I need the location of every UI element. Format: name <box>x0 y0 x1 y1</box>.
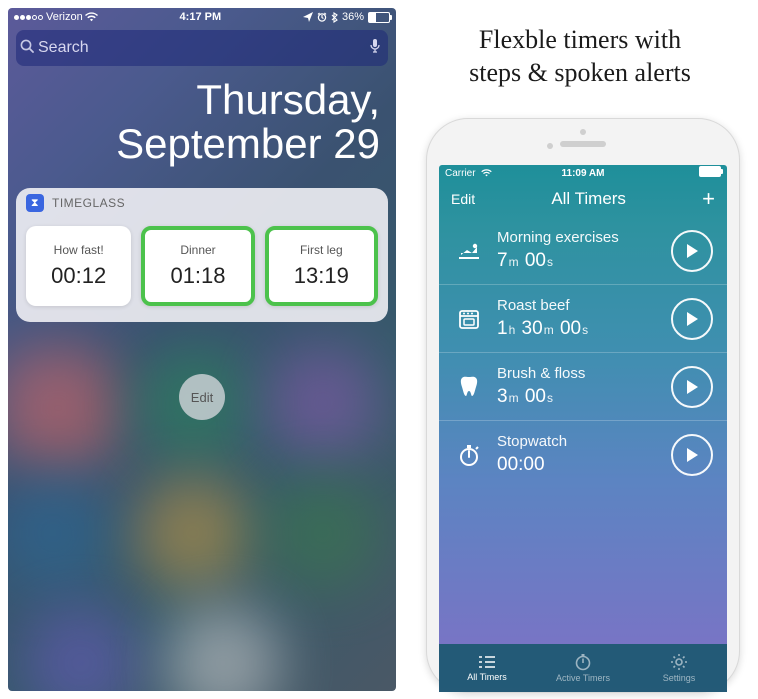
bluetooth-icon <box>331 12 338 23</box>
status-bar: Carrier 11:09 AM <box>439 165 727 181</box>
sensor-dot <box>580 129 586 135</box>
promo-headline: Flexble timers with steps & spoken alert… <box>410 8 750 99</box>
today-date: Thursday, September 29 <box>116 78 380 166</box>
timer-row[interactable]: Brush & floss 3m 00s <box>439 353 727 421</box>
headline-line1: Flexble timers with <box>479 25 681 54</box>
widget-app-name: TIMEGLASS <box>52 196 125 210</box>
timer-title: Morning exercises <box>497 229 671 246</box>
timer-row[interactable]: Stopwatch 00:00 <box>439 421 727 488</box>
status-time: 11:09 AM <box>537 168 629 179</box>
play-button[interactable] <box>671 434 713 476</box>
tab-bar: All Timers Active Timers Settings <box>439 644 727 692</box>
timer-row[interactable]: Morning exercises 7m 00s <box>439 217 727 285</box>
tab-label: Active Timers <box>556 673 610 683</box>
promo-panel: Flexble timers with steps & spoken alert… <box>410 8 750 691</box>
edit-widgets-button[interactable]: Edit <box>179 374 225 420</box>
timer-duration: 3m 00s <box>497 386 671 408</box>
tab-icon <box>477 654 497 670</box>
widget-tile[interactable]: First leg 13:19 <box>265 226 378 306</box>
headline-line2: steps & spoken alerts <box>469 58 691 87</box>
status-time: 4:17 PM <box>98 8 303 26</box>
stopwatch-icon <box>453 439 485 471</box>
nav-title: All Timers <box>475 189 702 209</box>
tile-label: How fast! <box>54 243 104 257</box>
play-button[interactable] <box>671 366 713 408</box>
battery-icon <box>699 166 721 177</box>
timer-title: Brush & floss <box>497 365 671 382</box>
tab-settings[interactable]: Settings <box>631 644 727 692</box>
hourglass-icon: ⧗ <box>26 194 44 212</box>
front-camera <box>547 143 553 149</box>
timer-duration: 1h 30m 00s <box>497 318 671 340</box>
play-button[interactable] <box>671 298 713 340</box>
edit-label: Edit <box>191 390 213 405</box>
timer-duration: 00:00 <box>497 454 671 476</box>
tab-active-timers[interactable]: Active Timers <box>535 644 631 692</box>
exercise-icon <box>453 235 485 267</box>
tab-label: Settings <box>663 673 696 683</box>
widget-header: ⧗ TIMEGLASS <box>16 188 388 218</box>
tile-time: 13:19 <box>294 263 349 289</box>
speaker-slot <box>560 141 606 147</box>
battery-pct: 36% <box>342 8 364 26</box>
mic-icon[interactable] <box>362 38 388 59</box>
nav-bar: Edit All Timers + <box>439 181 727 217</box>
app-screen: Carrier 11:09 AM Edit All Timers + Morni… <box>439 165 727 692</box>
oven-icon <box>453 303 485 335</box>
nav-edit-button[interactable]: Edit <box>451 191 475 207</box>
tooth-icon <box>453 371 485 403</box>
tab-all-timers[interactable]: All Timers <box>439 644 535 692</box>
timer-row[interactable]: Roast beef 1h 30m 00s <box>439 285 727 353</box>
signal-dots-icon <box>14 8 44 26</box>
tile-label: First leg <box>300 243 343 257</box>
tab-icon <box>574 653 592 671</box>
battery-icon <box>368 12 390 23</box>
search-placeholder: Search <box>38 39 362 57</box>
timer-duration: 7m 00s <box>497 250 671 272</box>
spotlight-search[interactable]: Search <box>16 30 388 66</box>
tab-icon <box>670 653 688 671</box>
tile-time: 01:18 <box>170 263 225 289</box>
widget-tile[interactable]: Dinner 01:18 <box>141 226 254 306</box>
tile-label: Dinner <box>180 243 215 257</box>
date-line1: Thursday, <box>116 78 380 122</box>
location-icon <box>303 12 313 22</box>
timer-title: Roast beef <box>497 297 671 314</box>
timer-title: Stopwatch <box>497 433 671 450</box>
tile-time: 00:12 <box>51 263 106 289</box>
timeglass-widget[interactable]: ⧗ TIMEGLASS How fast! 00:12 Dinner 01:18 Fir… <box>16 188 388 322</box>
widget-screen: Verizon 4:17 PM 36% Search Thursday, Sep… <box>8 8 396 691</box>
play-button[interactable] <box>671 230 713 272</box>
wifi-icon <box>481 169 492 177</box>
nav-add-button[interactable]: + <box>702 186 715 212</box>
alarm-icon <box>317 12 327 22</box>
date-line2: September 29 <box>116 122 380 166</box>
status-bar: Verizon 4:17 PM 36% <box>8 8 396 26</box>
wifi-icon <box>85 12 98 22</box>
iphone-frame: Carrier 11:09 AM Edit All Timers + Morni… <box>426 118 740 693</box>
widget-tile[interactable]: How fast! 00:12 <box>26 226 131 306</box>
tab-label: All Timers <box>467 672 507 682</box>
carrier-label: Carrier <box>445 168 476 179</box>
search-icon <box>16 38 38 59</box>
carrier-label: Verizon <box>46 8 83 26</box>
